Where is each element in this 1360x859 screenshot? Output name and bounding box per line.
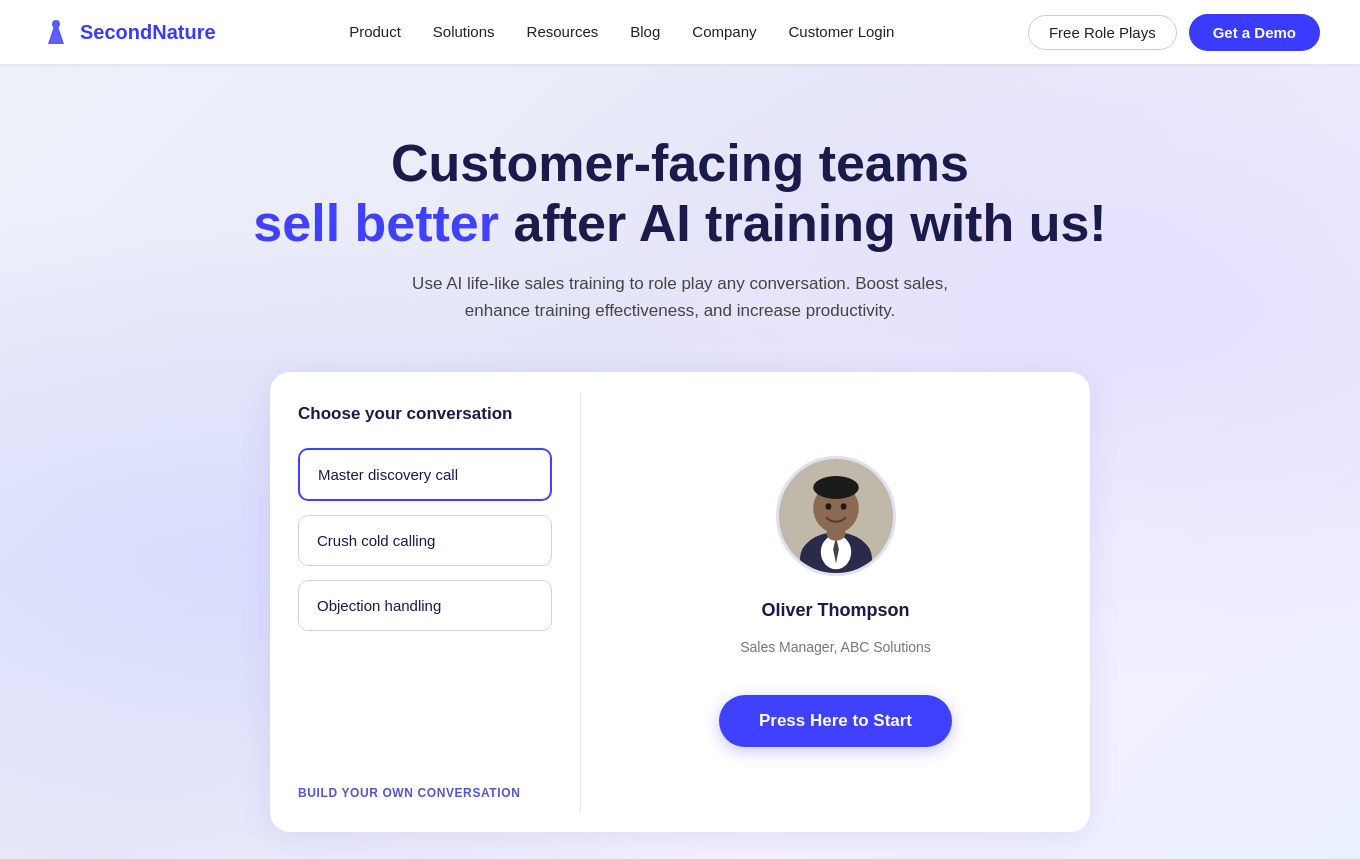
svg-point-9 (813, 477, 859, 500)
option-crush-cold[interactable]: Crush cold calling (298, 515, 552, 566)
hero-title: Customer-facing teams sell better after … (253, 134, 1106, 254)
hero-title-line2: after AI training with us! (499, 194, 1107, 252)
hero-subtitle: Use AI life-like sales training to role … (380, 270, 980, 324)
free-role-plays-button[interactable]: Free Role Plays (1028, 15, 1177, 50)
card-right: Oliver Thompson Sales Manager, ABC Solut… (581, 372, 1090, 832)
agent-title: Sales Manager, ABC Solutions (740, 639, 931, 655)
card-left: Choose your conversation Master discover… (270, 372, 580, 832)
hero-title-highlight: sell better (253, 194, 499, 252)
svg-point-11 (840, 504, 846, 511)
avatar (776, 456, 896, 576)
get-demo-button[interactable]: Get a Demo (1189, 14, 1320, 51)
nav-links: Product Solutions Resources Blog Company… (349, 23, 894, 41)
press-here-to-start-button[interactable]: Press Here to Start (719, 695, 952, 747)
svg-point-2 (52, 20, 60, 28)
build-own-conversation-link[interactable]: BUILD YOUR OWN CONVERSATION (298, 766, 552, 800)
hero-section: Customer-facing teams sell better after … (0, 64, 1360, 859)
hero-title-line1: Customer-facing teams (391, 134, 969, 192)
nav-item-solutions[interactable]: Solutions (433, 23, 495, 40)
nav-item-blog[interactable]: Blog (630, 23, 660, 40)
logo-icon (40, 16, 72, 48)
nav-item-product[interactable]: Product (349, 23, 401, 40)
logo-text: SecondNature (80, 21, 216, 44)
conversation-card: Choose your conversation Master discover… (270, 372, 1090, 832)
option-objection-handling[interactable]: Objection handling (298, 580, 552, 631)
agent-name: Oliver Thompson (761, 600, 909, 621)
nav-item-customer-login[interactable]: Customer Login (789, 23, 895, 40)
svg-point-10 (825, 504, 831, 511)
nav-item-company[interactable]: Company (692, 23, 756, 40)
nav-item-resources[interactable]: Resources (527, 23, 599, 40)
card-left-title: Choose your conversation (298, 404, 552, 424)
option-master-discovery[interactable]: Master discovery call (298, 448, 552, 501)
logo[interactable]: SecondNature (40, 16, 216, 48)
nav-right: Free Role Plays Get a Demo (1028, 14, 1320, 51)
avatar-image (779, 459, 893, 573)
conversation-options: Master discovery call Crush cold calling… (298, 448, 552, 766)
navbar: SecondNature Product Solutions Resources… (0, 0, 1360, 64)
